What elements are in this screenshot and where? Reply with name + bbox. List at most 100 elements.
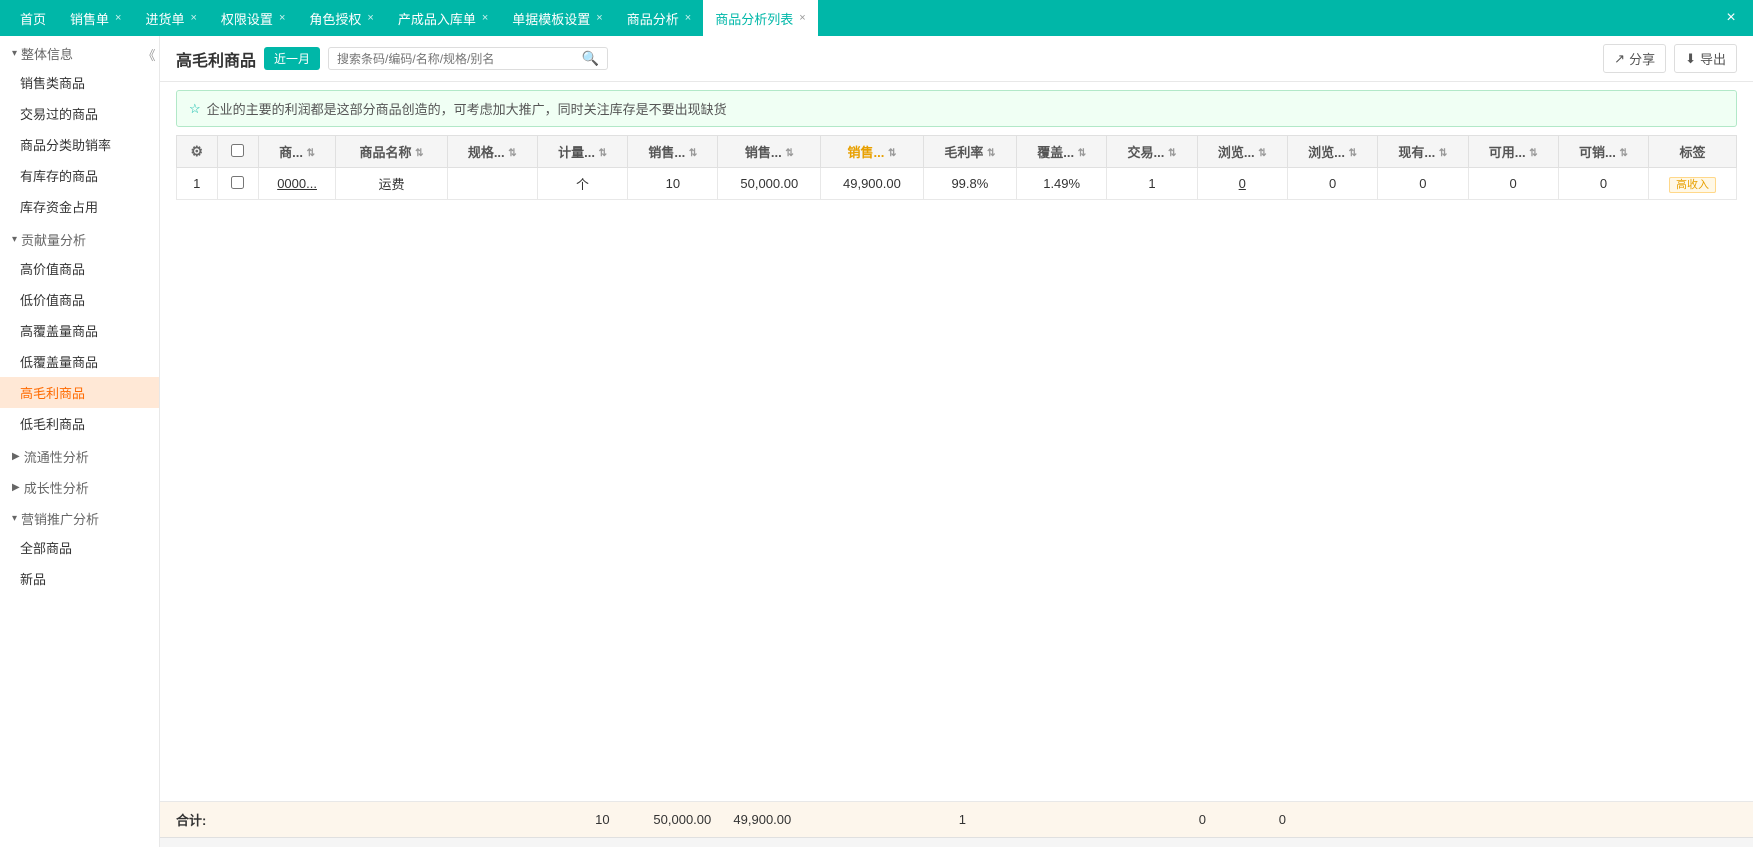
- footer-sale-amount: 50,000.00: [642, 812, 722, 827]
- page-title: 高毛利商品: [176, 47, 256, 71]
- col-unit[interactable]: 计量... ⇅: [537, 136, 627, 168]
- sort-icon-available-stock: ⇅: [1529, 148, 1537, 159]
- cell-browse1[interactable]: 0: [1197, 168, 1287, 200]
- chevron-right-icon: ▶: [12, 451, 20, 462]
- sidebar-item-stock-capital[interactable]: 库存资金占用: [0, 191, 159, 222]
- data-table: ⚙ 商... ⇅ 商品名称 ⇅ 规格... ⇅: [176, 135, 1737, 200]
- sidebar-item-high-margin[interactable]: 高毛利商品: [0, 377, 159, 408]
- close-instock-tab[interactable]: ×: [482, 12, 488, 24]
- sidebar-group-marketing[interactable]: ▾ 营销推广分析: [0, 501, 159, 532]
- col-code[interactable]: 商... ⇅: [258, 136, 336, 168]
- col-browse2[interactable]: 浏览... ⇅: [1287, 136, 1377, 168]
- nav-tab-instock[interactable]: 产成品入库单 ×: [386, 0, 500, 36]
- col-sale-count[interactable]: 销售... ⇅: [628, 136, 718, 168]
- sidebar-item-low-margin[interactable]: 低毛利商品: [0, 408, 159, 439]
- nav-tab-analysis[interactable]: 商品分析 ×: [615, 0, 703, 36]
- filter-date-button[interactable]: 近一月: [264, 47, 320, 70]
- sidebar-item-all-goods[interactable]: 全部商品: [0, 532, 159, 563]
- col-tag[interactable]: 标签: [1649, 136, 1737, 168]
- cell-name: 运费: [336, 168, 447, 200]
- footer-spacer3: [1002, 812, 1082, 827]
- col-coverage[interactable]: 覆盖... ⇅: [1017, 136, 1107, 168]
- nav-tab-home[interactable]: 首页: [8, 0, 58, 36]
- col-browse1[interactable]: 浏览... ⇅: [1197, 136, 1287, 168]
- horizontal-scrollbar[interactable]: [160, 837, 1753, 847]
- sidebar-group-contribution[interactable]: ▾ 贡献量分析: [0, 222, 159, 253]
- sidebar-group-liquidity[interactable]: ▶ 流通性分析: [0, 439, 159, 470]
- cell-sale-count: 10: [628, 168, 718, 200]
- sidebar-group-growth[interactable]: ▶ 成长性分析: [0, 470, 159, 501]
- footer-spacer2: [862, 812, 922, 827]
- sidebar-collapse-button[interactable]: 《: [139, 44, 159, 64]
- col-name[interactable]: 商品名称 ⇅: [336, 136, 447, 168]
- cell-trade-count: 1: [1107, 168, 1197, 200]
- cell-coverage: 1.49%: [1017, 168, 1107, 200]
- close-permissions-tab[interactable]: ×: [279, 12, 285, 24]
- col-settings[interactable]: ⚙: [177, 136, 218, 168]
- col-checkbox[interactable]: [217, 136, 258, 168]
- sidebar-item-sales-goods[interactable]: 销售类商品: [0, 67, 159, 98]
- col-sale-profit[interactable]: 销售... ⇅: [821, 136, 924, 168]
- row-checkbox[interactable]: [231, 176, 244, 189]
- footer-trade-count: 1: [922, 812, 1002, 827]
- sort-icon-name: ⇅: [415, 148, 423, 159]
- sidebar-group-overview[interactable]: ▾ 整体信息: [0, 36, 159, 67]
- export-button[interactable]: ⬇ 导出: [1674, 44, 1737, 73]
- sort-icon-sale-profit: ⇅: [888, 148, 896, 159]
- close-template-tab[interactable]: ×: [596, 12, 602, 24]
- nav-tab-template[interactable]: 单据模板设置 ×: [500, 0, 614, 36]
- sidebar-item-low-coverage[interactable]: 低覆盖量商品: [0, 346, 159, 377]
- cell-code[interactable]: 0000...: [258, 168, 336, 200]
- cell-checkbox[interactable]: [217, 168, 258, 200]
- close-sales-tab[interactable]: ×: [115, 12, 121, 24]
- cell-available-stock: 0: [1468, 168, 1558, 200]
- close-analysis-tab[interactable]: ×: [685, 12, 691, 24]
- nav-tab-analysis-list[interactable]: 商品分析列表 ×: [703, 0, 817, 36]
- chevron-down-icon-2: ▾: [12, 234, 17, 245]
- footer-available-stock: 0: [1242, 812, 1322, 827]
- col-gross-margin[interactable]: 毛利率 ⇅: [923, 136, 1016, 168]
- sort-icon-browse1: ⇅: [1258, 148, 1266, 159]
- cell-sale-profit: 49,900.00: [821, 168, 924, 200]
- top-nav: 首页 销售单 × 进货单 × 权限设置 × 角色授权 × 产成品入库单 × 单据…: [0, 0, 1753, 36]
- col-sale-amount[interactable]: 销售... ⇅: [718, 136, 821, 168]
- cell-unit: 个: [537, 168, 627, 200]
- sidebar-item-low-value[interactable]: 低价值商品: [0, 284, 159, 315]
- share-button[interactable]: ↗ 分享: [1603, 44, 1666, 73]
- sort-icon-code: ⇅: [307, 148, 315, 159]
- export-icon: ⬇: [1685, 51, 1696, 67]
- search-input[interactable]: [337, 52, 582, 66]
- search-icon[interactable]: 🔍: [582, 50, 599, 67]
- chevron-down-icon: ▾: [12, 48, 17, 59]
- sidebar-item-high-coverage[interactable]: 高覆盖量商品: [0, 315, 159, 346]
- sort-icon-sale-count: ⇅: [689, 148, 697, 159]
- sidebar-item-instock-goods[interactable]: 有库存的商品: [0, 160, 159, 191]
- nav-tab-purchase[interactable]: 进货单 ×: [133, 0, 208, 36]
- col-saleable-stock[interactable]: 可销... ⇅: [1558, 136, 1648, 168]
- sort-icon-gross-margin: ⇅: [987, 148, 995, 159]
- nav-tab-permissions[interactable]: 权限设置 ×: [209, 0, 297, 36]
- footer-values: 10 50,000.00 49,900.00 1 0: [222, 812, 1322, 827]
- info-banner: ☆ 企业的主要的利润都是这部分商品创造的，可考虑加大推广，同时关注库存是不要出现…: [176, 90, 1737, 127]
- sort-icon-browse2: ⇅: [1349, 148, 1357, 159]
- info-text: 企业的主要的利润都是这部分商品创造的，可考虑加大推广，同时关注库存是不要出现缺货: [207, 99, 727, 118]
- close-roles-tab[interactable]: ×: [367, 12, 373, 24]
- tag-badge: 高收入: [1669, 177, 1716, 193]
- nav-tab-sales[interactable]: 销售单 ×: [58, 0, 133, 36]
- chevron-right-icon-2: ▶: [12, 482, 20, 493]
- col-current-stock[interactable]: 现有... ⇅: [1378, 136, 1468, 168]
- cell-index: 1: [177, 168, 218, 200]
- footer-spacer4: [1082, 812, 1162, 827]
- select-all-checkbox[interactable]: [231, 144, 244, 157]
- col-available-stock[interactable]: 可用... ⇅: [1468, 136, 1558, 168]
- window-close-button[interactable]: ×: [1717, 4, 1745, 32]
- sidebar-item-category-rate[interactable]: 商品分类助销率: [0, 129, 159, 160]
- nav-tab-roles[interactable]: 角色授权 ×: [297, 0, 385, 36]
- close-purchase-tab[interactable]: ×: [190, 12, 196, 24]
- sidebar-item-traded-goods[interactable]: 交易过的商品: [0, 98, 159, 129]
- col-spec[interactable]: 规格... ⇅: [447, 136, 537, 168]
- close-analysis-list-tab[interactable]: ×: [799, 12, 805, 24]
- col-trade-count[interactable]: 交易... ⇅: [1107, 136, 1197, 168]
- sidebar-item-high-value[interactable]: 高价值商品: [0, 253, 159, 284]
- sidebar-item-new-goods[interactable]: 新品: [0, 563, 159, 594]
